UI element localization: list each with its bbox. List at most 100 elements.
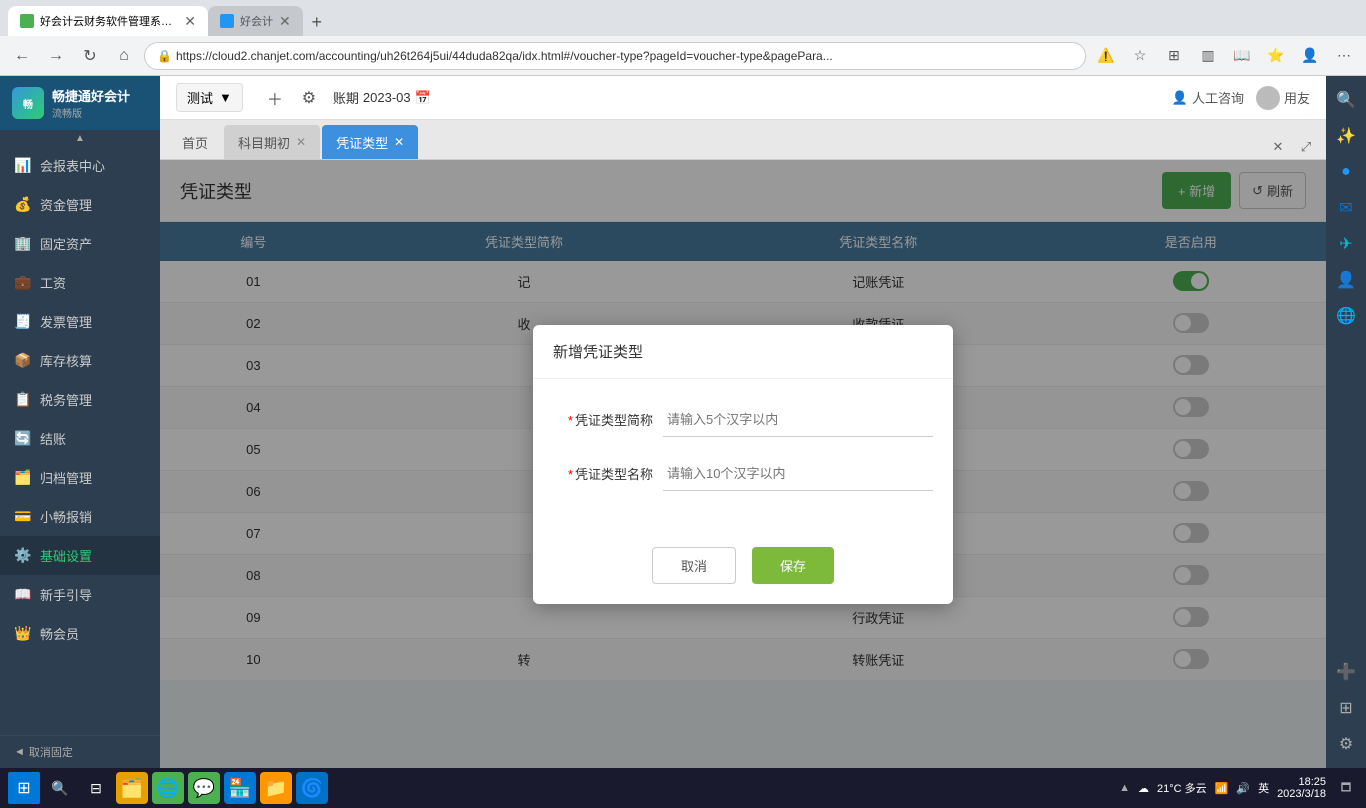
taskbar-notification-center[interactable]: 🗖 — [1334, 776, 1358, 800]
sidebar-item-invoice[interactable]: 🧾发票管理 — [0, 302, 160, 341]
period-info: 账期 2023-03 📅 — [333, 88, 431, 107]
home-button[interactable]: ⌂ — [110, 42, 138, 70]
profile-button[interactable]: 👤 — [1296, 42, 1324, 70]
sidebar-icon-tax: 📋 — [14, 391, 32, 409]
forward-button[interactable]: → — [42, 42, 70, 70]
sidebar-icon-dashboard: 📊 — [14, 157, 32, 175]
right-add-btn[interactable]: ➕ — [1330, 656, 1362, 688]
tab-close-subject[interactable]: ✕ — [296, 135, 306, 149]
sidebar-item-tax[interactable]: 📋税务管理 — [0, 380, 160, 419]
browser-tab-2[interactable]: 好会计 ✕ — [208, 6, 303, 36]
more-button[interactable]: ⋯ — [1330, 42, 1358, 70]
taskbar-right: ▲ ☁ 21°C 多云 📶 🔊 英 18:25 2023/3/18 🗖 — [1119, 776, 1358, 800]
app-title: 畅捷通好会计 — [52, 86, 130, 105]
taskbar-search[interactable]: 🔍 — [44, 772, 76, 804]
settings-icon[interactable]: ⚙ — [297, 86, 321, 110]
sidebar-item-expense[interactable]: 💳小畅报销 — [0, 497, 160, 536]
app-logo: 畅 — [12, 87, 44, 119]
sidebar-item-salary[interactable]: 💼工资 — [0, 263, 160, 302]
sidebar-item-inventory[interactable]: 📦库存核算 — [0, 341, 160, 380]
lock-icon: 🔒 — [157, 49, 172, 63]
right-search-btn[interactable]: 🔍 — [1330, 84, 1362, 116]
right-mail-btn[interactable]: ✉ — [1330, 192, 1362, 224]
taskbar-edge[interactable]: 🌀 — [296, 772, 328, 804]
save-button[interactable]: 保存 — [752, 547, 834, 584]
reading-view-button[interactable]: 📖 — [1228, 42, 1256, 70]
top-bar: 测试 ▼ ＋ ⚙ 账期 2023-03 📅 👤 人工咨询 用友 — [160, 76, 1326, 120]
bookmark-button[interactable]: ☆ — [1126, 42, 1154, 70]
taskbar-chrome[interactable]: 🌐 — [152, 772, 184, 804]
right-settings-btn[interactable]: ⚙ — [1330, 728, 1362, 760]
reload-button[interactable]: ↻ — [76, 42, 104, 70]
taskbar-files[interactable]: 📁 — [260, 772, 292, 804]
page-tab-nav: 首页科目期初 ✕ 凭证类型 ✕ ✕ ⤢ — [160, 120, 1326, 160]
tab-close-1[interactable]: ✕ — [184, 13, 196, 30]
sidebar-item-settings[interactable]: ⚙️基础设置 — [0, 536, 160, 575]
sidebar-label-salary: 工资 — [40, 273, 66, 292]
taskbar-store[interactable]: 🏪 — [224, 772, 256, 804]
task-view-icon: ⊟ — [90, 780, 102, 797]
sidebar-label-inventory: 库存核算 — [40, 351, 92, 370]
sidebar-item-member[interactable]: 👑畅会员 — [0, 614, 160, 653]
modal-overlay: 新增凭证类型 *凭证类型简称 *凭证类型名称 — [160, 160, 1326, 768]
taskbar-explorer[interactable]: 🗂️ — [116, 772, 148, 804]
tab-label-1: 好会计云财务软件管理系统_会计 — [40, 13, 178, 29]
add-company-icon[interactable]: ＋ — [263, 86, 287, 110]
sidebar-unpin[interactable]: ◄ 取消固定 — [0, 735, 160, 768]
right-grid-btn[interactable]: ⊞ — [1330, 692, 1362, 724]
sidebar-item-guide[interactable]: 📖新手引导 — [0, 575, 160, 614]
tab-label-voucher-type: 凭证类型 — [336, 133, 388, 152]
right-send-btn[interactable]: ✈ — [1330, 228, 1362, 260]
taskbar-task-view[interactable]: ⊟ — [80, 772, 112, 804]
edge-icon: 🌀 — [301, 778, 323, 799]
browser-tab-1[interactable]: 好会计云财务软件管理系统_会计 ✕ — [8, 6, 208, 36]
address-input[interactable]: 🔒 https://cloud2.chanjet.com/accounting/… — [144, 42, 1086, 70]
sidebar-label-finance: 资金管理 — [40, 195, 92, 214]
split-button[interactable]: ▥ — [1194, 42, 1222, 70]
app-container: 畅 畅捷通好会计 流畅版 ▲ 📊会报表中心💰资金管理🏢固定资产💼工资🧾发票管理📦… — [0, 76, 1366, 768]
company-selector[interactable]: 测试 ▼ — [176, 83, 243, 112]
tab-label-subject: 科目期初 — [238, 133, 290, 152]
sidebar-icon-member: 👑 — [14, 625, 32, 643]
browser-chrome: 好会计云财务软件管理系统_会计 ✕ 好会计 ✕ + ← → ↻ ⌂ 🔒 http… — [0, 0, 1366, 76]
full-name-input[interactable] — [663, 457, 933, 491]
taskbar-weather: ☁ — [1138, 782, 1149, 795]
chrome-icon: 🌐 — [157, 778, 179, 799]
sidebar-item-finance[interactable]: 💰资金管理 — [0, 185, 160, 224]
user-button[interactable]: 用友 — [1256, 86, 1310, 110]
cancel-button[interactable]: 取消 — [652, 547, 736, 584]
right-star-btn[interactable]: ✨ — [1330, 120, 1362, 152]
sidebar-item-dashboard[interactable]: 📊会报表中心 — [0, 146, 160, 185]
sidebar-icon-checkout: 🔄 — [14, 430, 32, 448]
tab-close-window[interactable]: ✕ — [1266, 135, 1290, 159]
new-tab-button[interactable]: + — [303, 8, 331, 36]
back-button[interactable]: ← — [8, 42, 36, 70]
page-tab-subject[interactable]: 科目期初 ✕ — [224, 125, 320, 159]
tab-search-button[interactable]: ⊞ — [1160, 42, 1188, 70]
tab-favicon-2 — [220, 14, 234, 28]
start-button[interactable]: ⊞ — [8, 772, 40, 804]
page-tab-voucher-type[interactable]: 凭证类型 ✕ — [322, 125, 418, 159]
tab-expand-window[interactable]: ⤢ — [1294, 135, 1318, 159]
extensions-button[interactable]: ⚠️ — [1092, 42, 1120, 70]
taskbar-wechat[interactable]: 💬 — [188, 772, 220, 804]
sidebar-scroll-up[interactable]: ▲ — [0, 130, 160, 146]
page-tab-home[interactable]: 首页 — [168, 125, 222, 159]
full-name-label: *凭证类型名称 — [553, 464, 663, 483]
sidebar-item-archive[interactable]: 🗂️归档管理 — [0, 458, 160, 497]
right-user-btn[interactable]: 👤 — [1330, 264, 1362, 296]
consult-button[interactable]: 👤 人工咨询 — [1172, 88, 1244, 107]
modal-header: 新增凭证类型 — [533, 325, 953, 379]
short-name-input[interactable] — [663, 403, 933, 437]
right-blue-btn[interactable]: ● — [1330, 156, 1362, 188]
tab-close-2[interactable]: ✕ — [279, 13, 291, 30]
add-button[interactable]: ⭐ — [1262, 42, 1290, 70]
taskbar-notify-icon[interactable]: ▲ — [1119, 782, 1130, 794]
period-label: 账期 — [333, 88, 359, 107]
user-label: 用友 — [1284, 88, 1310, 107]
right-globe-btn[interactable]: 🌐 — [1330, 300, 1362, 332]
sidebar-item-assets[interactable]: 🏢固定资产 — [0, 224, 160, 263]
tab-close-voucher-type[interactable]: ✕ — [394, 135, 404, 149]
taskbar-keyboard: 英 — [1258, 780, 1269, 796]
sidebar-item-checkout[interactable]: 🔄结账 — [0, 419, 160, 458]
